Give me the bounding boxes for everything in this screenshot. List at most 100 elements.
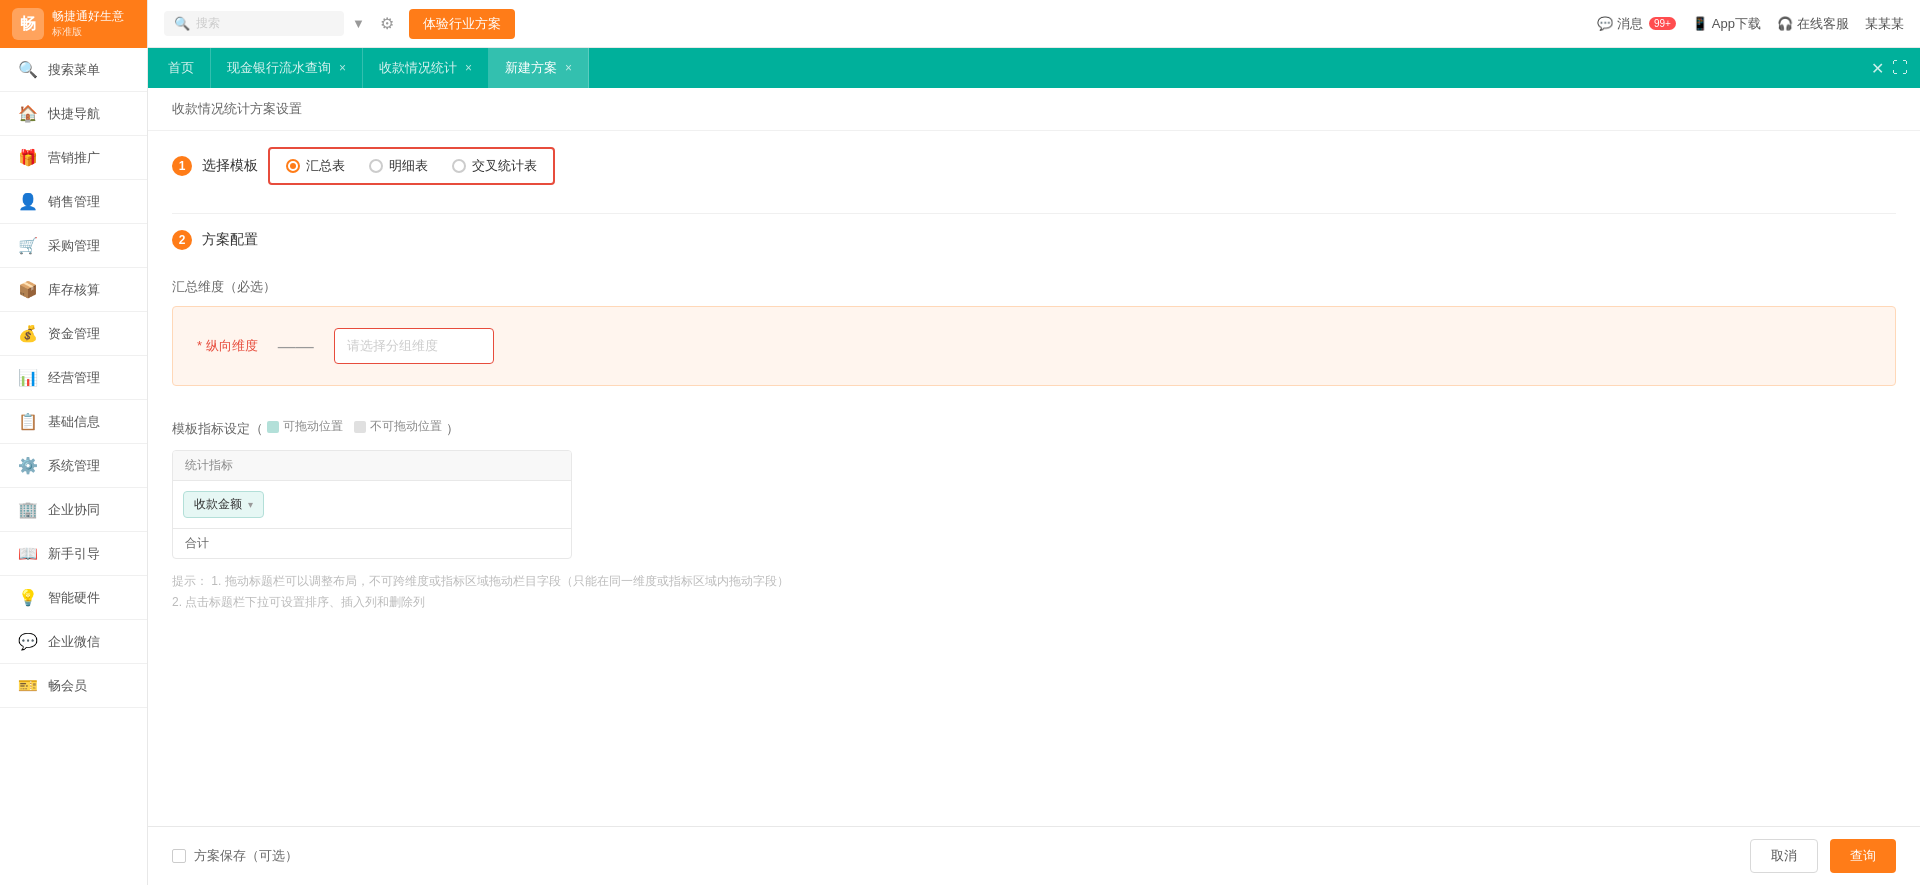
topbar: 🔍 搜索 ▼ ⚙ 体验行业方案 💬 消息 99+ 📱 App下载 🎧 在线客服 … bbox=[148, 0, 1920, 48]
tab-collection-stats[interactable]: 收款情况统计 × bbox=[363, 48, 489, 88]
dim-select-box[interactable]: 请选择分组维度 bbox=[334, 328, 494, 364]
sidebar-item-search-menu[interactable]: 🔍 搜索菜单 bbox=[0, 48, 147, 92]
metrics-section: 模板指标设定（ 可拖动位置 不可拖动位置 ） 统计指标 bbox=[148, 418, 1920, 559]
metrics-section-label: 统计指标 bbox=[173, 451, 571, 481]
tab-close-collection-stats[interactable]: × bbox=[465, 61, 472, 75]
save-plan-label: 方案保存（可选） bbox=[194, 847, 298, 865]
cancel-button[interactable]: 取消 bbox=[1750, 839, 1818, 873]
logo-text: 畅捷通好生意 标准版 bbox=[52, 9, 124, 39]
tabbar: 首页 现金银行流水查询 × 收款情况统计 × 新建方案 × ✕ ⛶ bbox=[148, 48, 1920, 88]
tabbar-actions: ✕ ⛶ bbox=[1859, 48, 1920, 88]
chat-icon: 💬 bbox=[18, 632, 38, 651]
sidebar-item-purchase[interactable]: 🛒 采购管理 bbox=[0, 224, 147, 268]
metrics-title: 模板指标设定（ 可拖动位置 不可拖动位置 ） bbox=[172, 418, 459, 438]
metrics-tags-area: 收款金额 ▾ bbox=[173, 481, 571, 528]
save-plan-checkbox[interactable] bbox=[172, 849, 186, 863]
user-name[interactable]: 某某某 bbox=[1865, 15, 1904, 33]
bulb-icon: 💡 bbox=[18, 588, 38, 607]
sidebar-item-wechat[interactable]: 💬 企业微信 bbox=[0, 620, 147, 664]
content-inner: 收款情况统计方案设置 1 选择模板 汇总表 明细表 bbox=[148, 88, 1920, 885]
metrics-header: 模板指标设定（ 可拖动位置 不可拖动位置 ） bbox=[172, 418, 1896, 438]
step1-number: 1 bbox=[172, 156, 192, 176]
message-btn[interactable]: 💬 消息 99+ bbox=[1597, 15, 1676, 33]
ticket-icon: 🎫 bbox=[18, 676, 38, 695]
hint-1: 提示： 1. 拖动标题栏可以调整布局，不可跨维度或指标区域拖动栏目字段（只能在同… bbox=[172, 571, 1896, 593]
sidebar-item-member[interactable]: 🎫 畅会员 bbox=[0, 664, 147, 708]
settings-gear-icon[interactable]: ⚙ bbox=[373, 10, 401, 38]
download-icon: 📱 bbox=[1692, 16, 1708, 31]
hint-2: 2. 点击标题栏下拉可设置排序、插入列和删除列 bbox=[172, 592, 1896, 614]
sidebar-item-finance[interactable]: 💰 资金管理 bbox=[0, 312, 147, 356]
step1-header: 1 选择模板 汇总表 明细表 交叉统计表 bbox=[172, 147, 1896, 185]
dimension-config: 汇总维度（必选） * 纵向维度 —— 请选择分组维度 bbox=[148, 278, 1920, 402]
radio-detail-circle bbox=[369, 159, 383, 173]
step2-number: 2 bbox=[172, 230, 192, 250]
book-icon: 📖 bbox=[18, 544, 38, 563]
sidebar-item-inventory[interactable]: 📦 库存核算 bbox=[0, 268, 147, 312]
tab-close-bank-flow[interactable]: × bbox=[339, 61, 346, 75]
support-btn[interactable]: 🎧 在线客服 bbox=[1777, 15, 1849, 33]
metric-tag-collection-amount[interactable]: 收款金额 ▾ bbox=[183, 491, 264, 518]
tab-close-new-plan[interactable]: × bbox=[565, 61, 572, 75]
chart-icon: 📊 bbox=[18, 368, 38, 387]
radio-summary-circle bbox=[286, 159, 300, 173]
close-window-icon[interactable]: ✕ bbox=[1871, 59, 1884, 78]
industry-btn[interactable]: 体验行业方案 bbox=[409, 9, 515, 39]
list-icon: 📋 bbox=[18, 412, 38, 431]
metrics-grid: 统计指标 收款金额 ▾ 合计 bbox=[172, 450, 572, 559]
dropdown-icon[interactable]: ▼ bbox=[352, 16, 365, 31]
sidebar-logo: 畅 畅捷通好生意 标准版 bbox=[0, 0, 147, 48]
download-btn[interactable]: 📱 App下载 bbox=[1692, 15, 1761, 33]
radio-cross-circle bbox=[452, 159, 466, 173]
step2-header: 2 方案配置 bbox=[172, 230, 1896, 250]
sidebar: 畅 畅捷通好生意 标准版 🔍 搜索菜单 🏠 快捷导航 🎁 营销推广 👤 销售管理… bbox=[0, 0, 148, 885]
radio-summary[interactable]: 汇总表 bbox=[286, 157, 345, 175]
template-select-row: 汇总表 明细表 交叉统计表 bbox=[268, 147, 555, 185]
vertical-dim-label: * 纵向维度 bbox=[197, 337, 258, 355]
metric-subtag-total: 合计 bbox=[173, 528, 571, 558]
search-icon: 🔍 bbox=[18, 60, 38, 79]
main-area: 🔍 搜索 ▼ ⚙ 体验行业方案 💬 消息 99+ 📱 App下载 🎧 在线客服 … bbox=[148, 0, 1920, 885]
message-icon: 💬 bbox=[1597, 16, 1613, 31]
chevron-down-icon: ▾ bbox=[248, 499, 253, 510]
money-icon: 💰 bbox=[18, 324, 38, 343]
gear-icon: ⚙️ bbox=[18, 456, 38, 475]
breadcrumb: 收款情况统计方案设置 bbox=[148, 88, 1920, 131]
topbar-left: 🔍 搜索 ▼ ⚙ 体验行业方案 bbox=[164, 9, 1581, 39]
radio-cross[interactable]: 交叉统计表 bbox=[452, 157, 537, 175]
logo-icon: 畅 bbox=[12, 8, 44, 40]
sidebar-item-sys-mgmt[interactable]: ⚙️ 系统管理 bbox=[0, 444, 147, 488]
query-button[interactable]: 查询 bbox=[1830, 839, 1896, 873]
headset-icon: 🎧 bbox=[1777, 16, 1793, 31]
sidebar-item-operations[interactable]: 📊 经营管理 bbox=[0, 356, 147, 400]
search-icon: 🔍 bbox=[174, 16, 190, 31]
step1-section: 1 选择模板 汇总表 明细表 交叉统计表 bbox=[148, 131, 1920, 213]
search-box[interactable]: 🔍 搜索 bbox=[164, 11, 344, 36]
radio-detail[interactable]: 明细表 bbox=[369, 157, 428, 175]
footer-right: 取消 查询 bbox=[1750, 839, 1896, 873]
tab-bank-flow[interactable]: 现金银行流水查询 × bbox=[211, 48, 363, 88]
expand-window-icon[interactable]: ⛶ bbox=[1892, 59, 1908, 77]
home-icon: 🏠 bbox=[18, 104, 38, 123]
footer: 方案保存（可选） 取消 查询 bbox=[148, 826, 1920, 885]
topbar-right: 💬 消息 99+ 📱 App下载 🎧 在线客服 某某某 bbox=[1597, 15, 1904, 33]
sidebar-item-smart-hw[interactable]: 💡 智能硬件 bbox=[0, 576, 147, 620]
step1-title: 选择模板 bbox=[202, 157, 258, 175]
sidebar-item-enterprise[interactable]: 🏢 企业协同 bbox=[0, 488, 147, 532]
tab-new-plan[interactable]: 新建方案 × bbox=[489, 48, 589, 88]
dimension-label: 汇总维度（必选） bbox=[172, 278, 1896, 296]
tab-home[interactable]: 首页 bbox=[148, 48, 211, 88]
fixed-legend-dot bbox=[354, 421, 366, 433]
step2-section: 2 方案配置 bbox=[148, 214, 1920, 278]
sidebar-item-guide[interactable]: 📖 新手引导 bbox=[0, 532, 147, 576]
content-area: 收款情况统计方案设置 1 选择模板 汇总表 明细表 bbox=[148, 88, 1920, 885]
sidebar-item-quick-nav[interactable]: 🏠 快捷导航 bbox=[0, 92, 147, 136]
draggable-legend-dot bbox=[267, 421, 279, 433]
sidebar-item-marketing[interactable]: 🎁 营销推广 bbox=[0, 136, 147, 180]
arrow-icon: —— bbox=[278, 336, 314, 357]
sidebar-item-sales[interactable]: 👤 销售管理 bbox=[0, 180, 147, 224]
cart-icon: 🛒 bbox=[18, 236, 38, 255]
step2-title: 方案配置 bbox=[202, 231, 258, 249]
sidebar-item-basic-info[interactable]: 📋 基础信息 bbox=[0, 400, 147, 444]
footer-left: 方案保存（可选） bbox=[172, 847, 298, 865]
